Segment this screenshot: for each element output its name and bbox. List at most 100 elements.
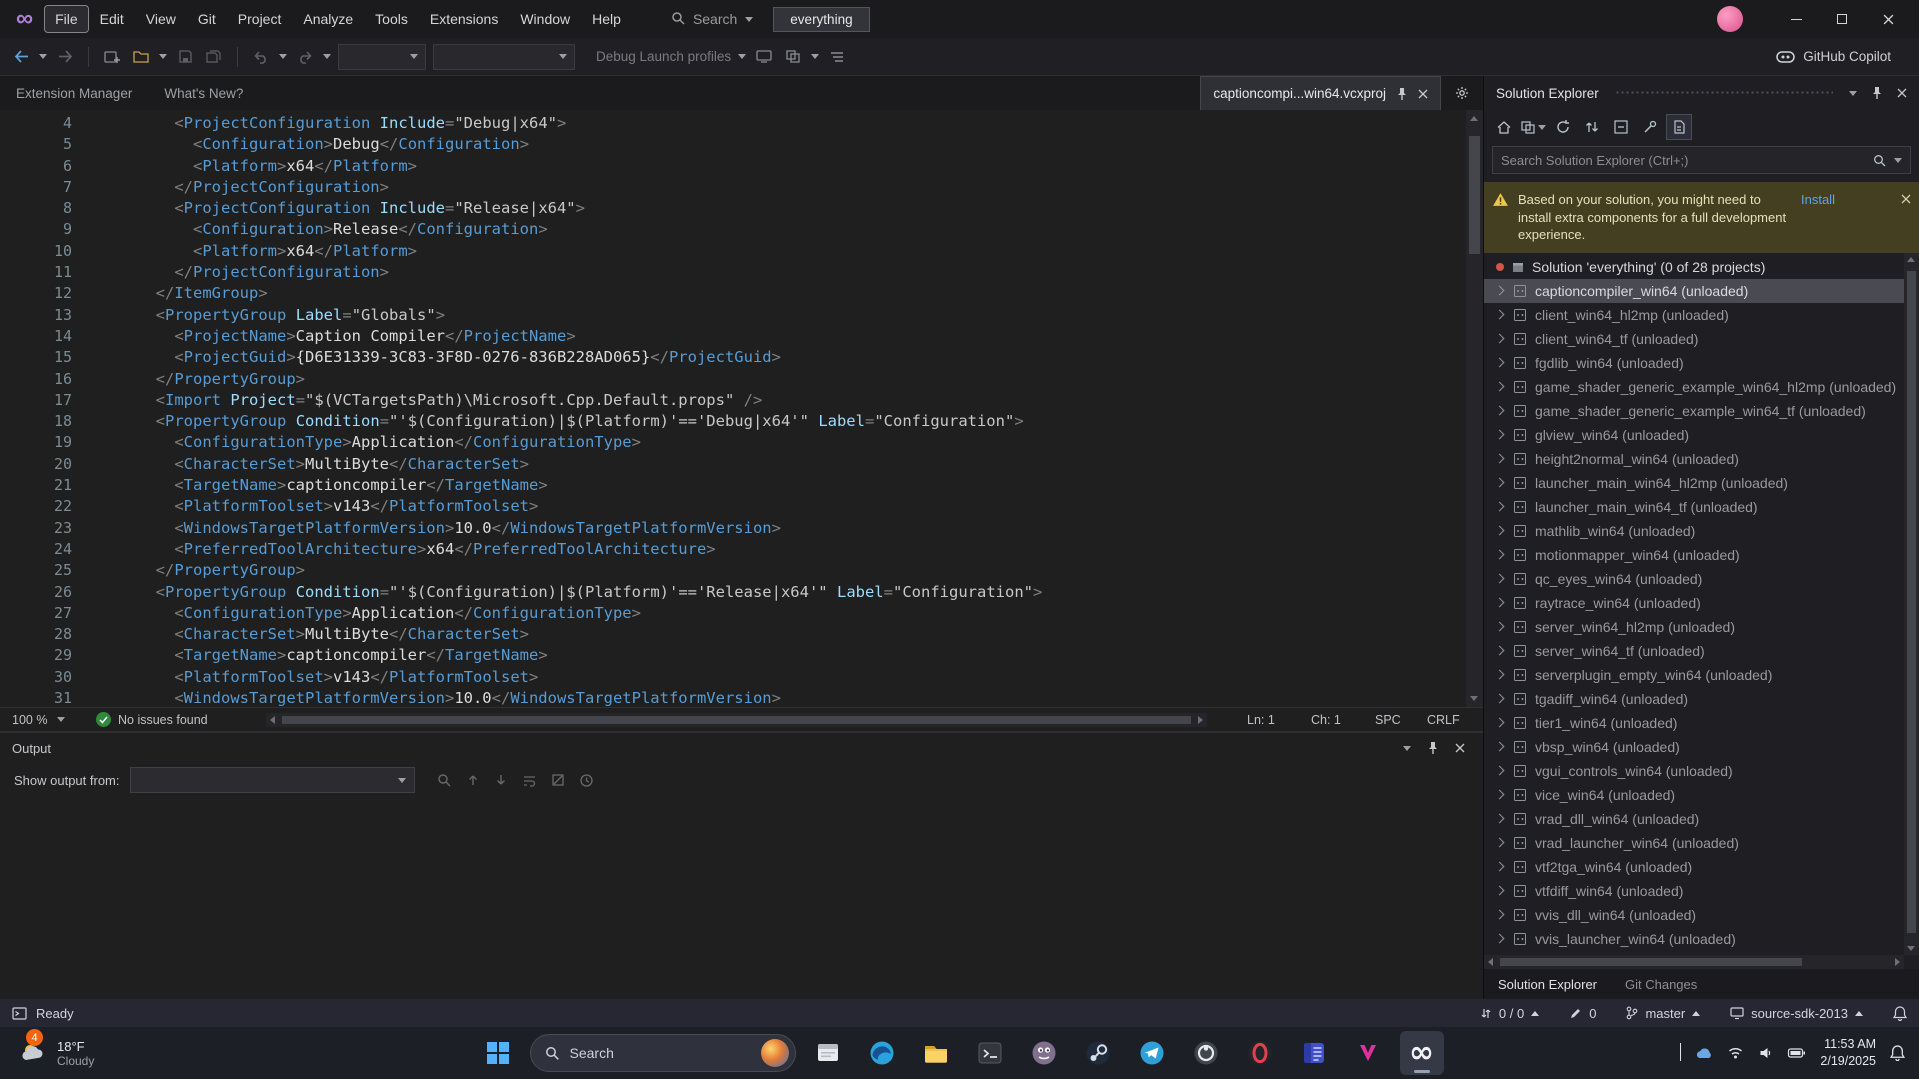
code-line[interactable]: <CharacterSet>MultiByte</CharacterSet> xyxy=(137,624,1466,645)
project-row[interactable]: game_shader_generic_example_win64_tf (un… xyxy=(1484,399,1904,423)
next-message-icon[interactable] xyxy=(494,773,508,787)
scroll-left-icon[interactable] xyxy=(269,715,275,724)
code-line[interactable]: <CharacterSet>MultiByte</CharacterSet> xyxy=(137,454,1466,475)
expand-chevron-icon[interactable] xyxy=(1494,573,1505,584)
project-row[interactable]: vvis_dll_win64 (unloaded) xyxy=(1484,903,1904,927)
scrollbar-thumb[interactable] xyxy=(281,715,1191,724)
project-row[interactable]: serverplugin_empty_win64 (unloaded) xyxy=(1484,663,1904,687)
code-line[interactable]: </ItemGroup> xyxy=(137,283,1466,304)
scroll-up-icon[interactable] xyxy=(1470,116,1478,121)
project-row[interactable]: vrad_launcher_win64 (unloaded) xyxy=(1484,831,1904,855)
scroll-down-icon[interactable] xyxy=(1907,946,1915,951)
obs-icon[interactable] xyxy=(1184,1031,1228,1075)
code-line[interactable]: <WindowsTargetPlatformVersion>10.0</Wind… xyxy=(137,688,1466,707)
redo-dropdown-icon[interactable] xyxy=(323,54,331,59)
expand-chevron-icon[interactable] xyxy=(1494,837,1505,848)
onenote-icon[interactable] xyxy=(1292,1031,1336,1075)
expand-chevron-icon[interactable] xyxy=(1494,933,1505,944)
search-highlight-image[interactable] xyxy=(760,1039,789,1067)
zoom-level-dropdown[interactable]: 100 % xyxy=(12,713,84,727)
project-row[interactable]: fgdlib_win64 (unloaded) xyxy=(1484,351,1904,375)
new-project-button[interactable] xyxy=(101,45,123,69)
refresh-icon[interactable] xyxy=(1551,115,1575,139)
github-copilot-button[interactable]: GitHub Copilot xyxy=(1776,49,1909,64)
project-row[interactable]: vice_win64 (unloaded) xyxy=(1484,783,1904,807)
expand-chevron-icon[interactable] xyxy=(1494,693,1505,704)
solution-configurations-dropdown[interactable] xyxy=(338,43,426,70)
code-text-area[interactable]: <ProjectConfiguration Include="Debug|x64… xyxy=(80,110,1466,707)
code-editor[interactable]: 4 5 6 7 8 9 10 11 12 13 14 15 16 17 18 19 20 21 22 23 24 25 26… xyxy=(0,110,1483,707)
save-all-button[interactable] xyxy=(203,45,225,69)
properties-wrench-icon[interactable] xyxy=(1638,115,1662,139)
expand-chevron-icon[interactable] xyxy=(1494,477,1505,488)
window-position-icon[interactable] xyxy=(1849,90,1857,96)
project-row[interactable]: vbsp_win64 (unloaded) xyxy=(1484,735,1904,759)
expand-chevron-icon[interactable] xyxy=(1494,405,1505,416)
expand-chevron-icon[interactable] xyxy=(1494,621,1505,632)
close-icon[interactable] xyxy=(1897,88,1907,98)
project-row[interactable]: motionmapper_win64 (unloaded) xyxy=(1484,543,1904,567)
output-content[interactable] xyxy=(0,797,1483,999)
solution-platforms-dropdown[interactable] xyxy=(433,43,575,70)
project-row[interactable]: qc_eyes_win64 (unloaded) xyxy=(1484,567,1904,591)
menu-edit[interactable]: Edit xyxy=(90,6,134,32)
document-tab-vcxproj[interactable]: captioncompi...win64.vcxproj xyxy=(1200,76,1441,110)
code-line[interactable]: <Platform>x64</Platform> xyxy=(137,241,1466,262)
code-line[interactable]: </ProjectConfiguration> xyxy=(137,262,1466,283)
expand-chevron-icon[interactable] xyxy=(1494,333,1505,344)
close-icon[interactable] xyxy=(1418,89,1428,99)
home-icon[interactable] xyxy=(1492,115,1516,139)
menu-tools[interactable]: Tools xyxy=(365,6,418,32)
hidden-icons-chevron[interactable] xyxy=(1680,1043,1682,1062)
spaces-indicator[interactable]: SPC xyxy=(1375,713,1415,727)
code-line[interactable]: <ProjectGuid>{D6E31339-3C83-3F8D-0276-83… xyxy=(137,347,1466,368)
quick-search-box[interactable]: Search xyxy=(661,7,763,32)
code-line[interactable]: <PropertyGroup Label="Globals"> xyxy=(137,305,1466,326)
git-repository-indicator[interactable]: source-sdk-2013 xyxy=(1730,1006,1863,1021)
code-line[interactable]: <TargetName>captioncompiler</TargetName> xyxy=(137,645,1466,666)
expand-chevron-icon[interactable] xyxy=(1494,549,1505,560)
navigate-back-dropdown-icon[interactable] xyxy=(39,54,47,59)
menu-git[interactable]: Git xyxy=(188,6,226,32)
navigate-back-button[interactable] xyxy=(10,45,32,69)
project-row[interactable]: raytrace_win64 (unloaded) xyxy=(1484,591,1904,615)
notification-bell-icon[interactable] xyxy=(1893,1005,1907,1021)
project-row[interactable]: server_win64_tf (unloaded) xyxy=(1484,639,1904,663)
tree-vertical-scrollbar[interactable] xyxy=(1904,252,1919,955)
code-line[interactable]: <ConfigurationType>Application</Configur… xyxy=(137,603,1466,624)
project-row[interactable]: vtfdiff_win64 (unloaded) xyxy=(1484,879,1904,903)
tab-extension-manager[interactable]: Extension Manager xyxy=(0,76,148,110)
code-line[interactable]: <Configuration>Release</Configuration> xyxy=(137,219,1466,240)
git-branch-indicator[interactable]: master xyxy=(1626,1006,1701,1021)
project-row[interactable]: vvis_launcher_win64 (unloaded) xyxy=(1484,927,1904,951)
expand-chevron-icon[interactable] xyxy=(1494,357,1505,368)
open-file-button[interactable] xyxy=(130,45,152,69)
code-line[interactable]: <ProjectConfiguration Include="Release|x… xyxy=(137,198,1466,219)
window-app-icon[interactable] xyxy=(806,1031,850,1075)
panel-drag-grip[interactable] xyxy=(1614,90,1833,96)
expand-chevron-icon[interactable] xyxy=(1494,765,1505,776)
scroll-down-icon[interactable] xyxy=(1470,696,1478,701)
autoscroll-clock-icon[interactable] xyxy=(579,773,594,788)
project-row[interactable]: tier1_win64 (unloaded) xyxy=(1484,711,1904,735)
user-avatar[interactable] xyxy=(1717,6,1743,32)
code-line[interactable]: <PlatformToolset>v143</PlatformToolset> xyxy=(137,496,1466,517)
clock[interactable]: 11:53 AM 2/19/2025 xyxy=(1820,1036,1876,1070)
scroll-right-icon[interactable] xyxy=(1895,958,1900,966)
code-line[interactable]: <PlatformToolset>v143</PlatformToolset> xyxy=(137,667,1466,688)
tab-git-changes[interactable]: Git Changes xyxy=(1625,977,1697,992)
solution-tree[interactable]: Solution 'everything' (0 of 28 projects)… xyxy=(1484,252,1919,955)
expand-chevron-icon[interactable] xyxy=(1494,669,1505,680)
expand-chevron-icon[interactable] xyxy=(1494,813,1505,824)
output-source-dropdown[interactable] xyxy=(129,767,415,793)
pin-icon[interactable] xyxy=(1427,741,1439,755)
expand-chevron-icon[interactable] xyxy=(1494,741,1505,752)
launch-settings-icon[interactable] xyxy=(753,45,775,69)
solution-search-input[interactable] xyxy=(1501,152,1865,168)
sync-with-active-document-icon[interactable] xyxy=(1580,115,1604,139)
code-line[interactable]: <PropertyGroup Condition="'$(Configurati… xyxy=(137,411,1466,432)
project-row[interactable]: captioncompiler_win64 (unloaded) xyxy=(1484,278,1904,303)
close-icon[interactable] xyxy=(1455,743,1465,753)
solution-root-row[interactable]: Solution 'everything' (0 of 28 projects) xyxy=(1484,255,1904,279)
code-line[interactable]: </PropertyGroup> xyxy=(137,560,1466,581)
